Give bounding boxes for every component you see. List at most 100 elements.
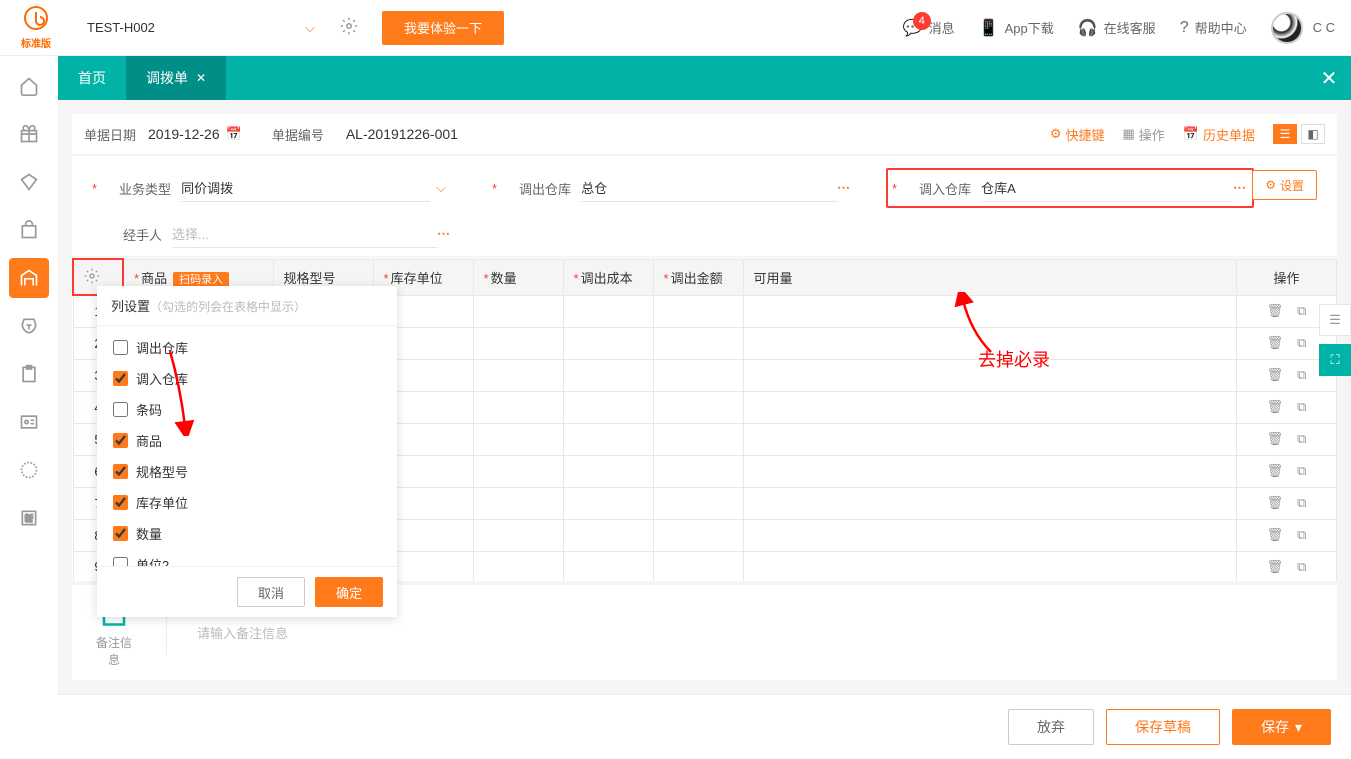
card-view-icon[interactable]: ◧ — [1301, 124, 1325, 144]
expand-icon[interactable]: ⛶ — [1319, 344, 1351, 376]
nav-new[interactable]: 新 — [9, 498, 49, 538]
delete-row-icon[interactable]: 🗑 — [1267, 399, 1284, 415]
shortcut-link[interactable]: ⚙快捷键 — [1050, 125, 1105, 144]
ops-link[interactable]: ▦操作 — [1122, 125, 1164, 144]
help-center-link[interactable]: ? 帮助中心 — [1180, 18, 1247, 37]
delete-row-icon[interactable]: 🗑 — [1267, 559, 1284, 575]
brand-icon — [24, 6, 48, 30]
app-download-link[interactable]: 📱 App下载 — [979, 18, 1054, 38]
more-icon[interactable]: ⋯ — [1233, 180, 1248, 196]
delete-row-icon[interactable]: 🗑 — [1267, 367, 1284, 383]
in-warehouse-field[interactable]: * 调入仓库 仓库A ⋯ — [886, 168, 1254, 208]
column-checkbox[interactable] — [113, 371, 128, 386]
user-name: C C — [1313, 20, 1335, 35]
biz-type-field[interactable]: * 业务类型 同价调拨 ⌵ — [92, 174, 452, 202]
nav-contact[interactable] — [9, 402, 49, 442]
delete-row-icon[interactable]: 🗑 — [1267, 495, 1284, 511]
nav-more[interactable] — [9, 450, 49, 490]
number-value: AL-20191226-001 — [346, 126, 458, 142]
column-option[interactable]: 调出仓库 — [97, 332, 397, 363]
column-option[interactable]: 规格型号 — [97, 456, 397, 487]
side-notes-icon[interactable]: ☰ — [1319, 304, 1351, 336]
column-settings-popover: 列设置（勾选的列会在表格中显示） 调出仓库调入仓库条码商品规格型号库存单位数量单… — [97, 286, 397, 617]
col-out-amount: *调出金额 — [653, 259, 743, 295]
column-option[interactable]: 商品 — [97, 425, 397, 456]
copy-row-icon[interactable]: ⧉ — [1297, 527, 1306, 543]
column-option[interactable]: 库存单位 — [97, 487, 397, 518]
close-panel-icon[interactable]: ✕ — [1307, 56, 1351, 100]
message-badge: 4 — [913, 12, 931, 30]
confirm-button[interactable]: 确定 — [315, 577, 383, 607]
avatar[interactable] — [1271, 12, 1303, 44]
column-checkbox[interactable] — [113, 464, 128, 479]
tenant-select[interactable]: TEST-H002 ⌵ — [76, 11, 326, 45]
delete-row-icon[interactable]: 🗑 — [1267, 463, 1284, 479]
copy-row-icon[interactable]: ⧉ — [1297, 303, 1306, 319]
remarks-label: 备注信息 — [92, 634, 136, 668]
number-label: 单据编号 — [272, 125, 324, 144]
copy-row-icon[interactable]: ⧉ — [1297, 399, 1306, 415]
column-option[interactable]: 数量 — [97, 518, 397, 549]
chevron-down-icon[interactable]: ⌵ — [430, 180, 452, 196]
list-view-icon[interactable]: ☰ — [1273, 124, 1297, 144]
nav-tag[interactable] — [9, 162, 49, 202]
column-checkbox[interactable] — [113, 557, 128, 566]
nav-bag[interactable] — [9, 210, 49, 250]
phone-icon: 📱 — [979, 18, 999, 38]
delete-row-icon[interactable]: 🗑 — [1267, 303, 1284, 319]
tab-home[interactable]: 首页 — [58, 56, 126, 100]
column-checkbox[interactable] — [113, 433, 128, 448]
delete-row-icon[interactable]: 🗑 — [1267, 527, 1284, 543]
trial-button[interactable]: 我要体验一下 — [382, 11, 504, 45]
chevron-down-icon: ▾ — [1295, 719, 1302, 736]
column-checkbox[interactable] — [113, 495, 128, 510]
save-draft-button[interactable]: 保存草稿 — [1106, 709, 1220, 745]
grid-icon: ▦ — [1122, 126, 1134, 142]
copy-row-icon[interactable]: ⧉ — [1297, 463, 1306, 479]
remarks-input[interactable]: 请输入备注信息 — [166, 611, 1317, 655]
messages-link[interactable]: 💬 消息 4 — [903, 18, 955, 38]
col-ops: 操作 — [1237, 259, 1337, 295]
cancel-button[interactable]: 取消 — [237, 577, 305, 607]
sidebar: 新 — [0, 56, 58, 759]
column-settings-button[interactable]: ⚙ 设置 — [1252, 170, 1317, 200]
tab-bar: 首页 调拨单 ✕ ✕ — [58, 56, 1351, 100]
copy-row-icon[interactable]: ⧉ — [1297, 559, 1306, 575]
column-checkbox[interactable] — [113, 340, 128, 355]
date-value[interactable]: 2019-12-26 — [148, 126, 220, 142]
copy-row-icon[interactable]: ⧉ — [1297, 431, 1306, 447]
nav-money[interactable] — [9, 306, 49, 346]
delete-row-icon[interactable]: 🗑 — [1267, 431, 1284, 447]
handler-field[interactable]: 经手人 选择... ⋯ — [92, 220, 452, 248]
tenant-value: TEST-H002 — [87, 20, 155, 35]
date-label: 单据日期 — [84, 125, 136, 144]
column-checkbox[interactable] — [113, 526, 128, 541]
save-button[interactable]: 保存▾ — [1232, 709, 1331, 745]
edition-label: 标准版 — [14, 35, 58, 50]
discard-button[interactable]: 放弃 — [1008, 709, 1094, 745]
column-checkbox[interactable] — [113, 402, 128, 417]
copy-row-icon[interactable]: ⧉ — [1297, 335, 1306, 351]
nav-gift[interactable] — [9, 114, 49, 154]
copy-row-icon[interactable]: ⧉ — [1297, 495, 1306, 511]
history-link[interactable]: 📅历史单据 — [1183, 125, 1255, 144]
nav-clipboard[interactable] — [9, 354, 49, 394]
online-service-link[interactable]: 🎧 在线客服 — [1078, 18, 1156, 38]
column-option[interactable]: 单位2 — [97, 549, 397, 566]
more-icon[interactable]: ⋯ — [837, 180, 852, 196]
column-option[interactable]: 调入仓库 — [97, 363, 397, 394]
nav-warehouse[interactable] — [9, 258, 49, 298]
nav-home[interactable] — [9, 66, 49, 106]
tab-transfer-order[interactable]: 调拨单 ✕ — [126, 56, 226, 100]
more-icon[interactable]: ⋯ — [437, 226, 452, 242]
calendar-icon[interactable]: 📅 — [226, 126, 242, 142]
copy-row-icon[interactable]: ⧉ — [1297, 367, 1306, 383]
config-gear-icon[interactable] — [334, 17, 364, 38]
column-option[interactable]: 条码 — [97, 394, 397, 425]
delete-row-icon[interactable]: 🗑 — [1267, 335, 1284, 351]
close-tab-icon[interactable]: ✕ — [196, 71, 206, 85]
headset-icon: 🎧 — [1078, 18, 1098, 38]
out-warehouse-field[interactable]: * 调出仓库 总仓 ⋯ — [492, 174, 852, 202]
col-out-cost: *调出成本 — [563, 259, 653, 295]
form-area: * 业务类型 同价调拨 ⌵ * 调出仓库 总仓 ⋯ * 调入仓库 仓库A — [72, 156, 1337, 256]
